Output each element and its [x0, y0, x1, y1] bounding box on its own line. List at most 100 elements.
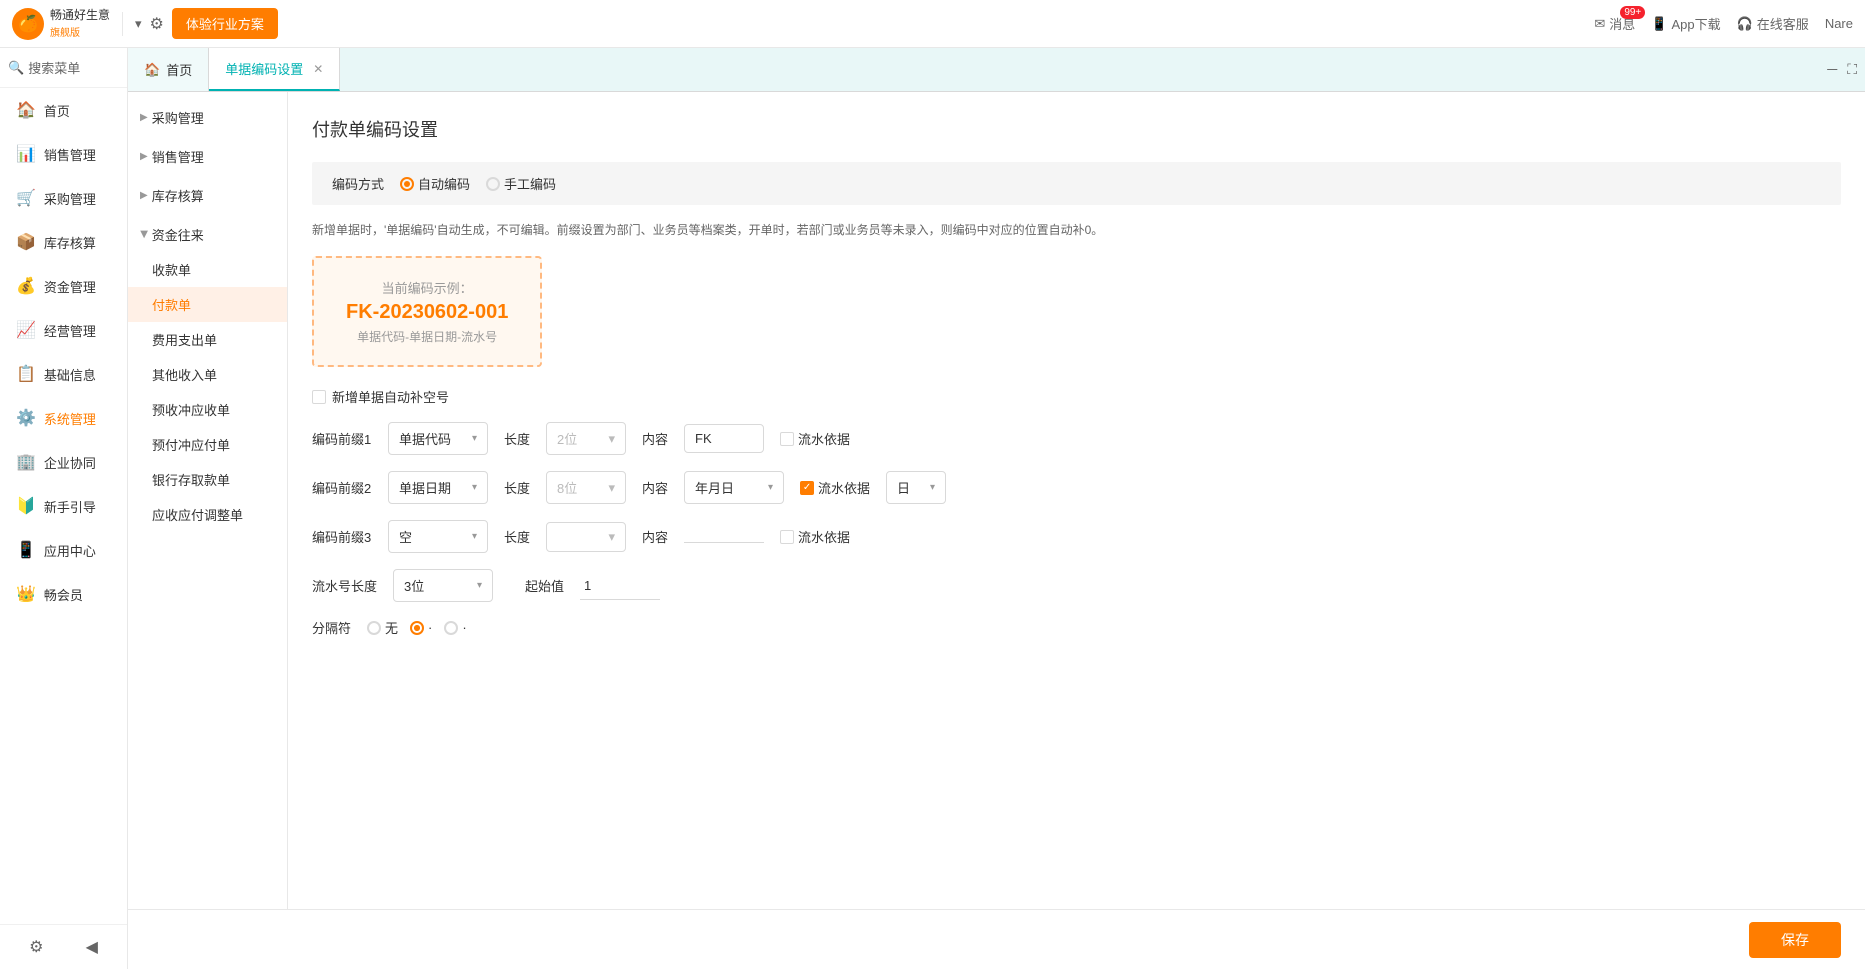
sub-sidebar-item-payment[interactable]: 付款单	[128, 287, 287, 322]
sidebar-item-inventory[interactable]: 📦 库存核算	[0, 220, 127, 264]
main-layout: 🔍 搜索菜单 🏠 首页 📊 销售管理 🛒 采购管理 📦 库存核算 💰 资金管理 …	[0, 48, 1865, 969]
sub-sidebar-group-purchase: ▶ 采购管理	[128, 100, 287, 135]
stream-length-select[interactable]: 3位 ▾	[393, 569, 493, 602]
message-button[interactable]: ✉ 消息 99+	[1594, 14, 1635, 33]
home-icon: 🏠	[16, 100, 36, 120]
sidebar-item-basic[interactable]: 📋 基础信息	[0, 352, 127, 396]
sub-sidebar-header-inventory[interactable]: ▶ 库存核算	[128, 178, 287, 213]
prefix2-stream-checkbox[interactable]: ✓ 流水依据	[800, 478, 870, 497]
save-button[interactable]: 保存	[1749, 922, 1841, 958]
sub-sidebar-item-expense[interactable]: 费用支出单	[128, 322, 287, 357]
prefix2-content-select[interactable]: 年月日 ▾	[684, 471, 784, 504]
prefix3-stream-check-icon	[780, 530, 794, 544]
system-icon: ⚙️	[16, 408, 36, 428]
sidebar-bottom: ⚙ ◀	[0, 924, 127, 969]
auto-fill-checkbox[interactable]	[312, 390, 326, 404]
prefix1-select[interactable]: 单据代码 ▾	[388, 422, 488, 455]
manual-encoding-radio[interactable]: 手工编码	[486, 174, 556, 193]
arrow-icon-sales: ▶	[140, 151, 148, 162]
content-area: 🏠 首页 单据编码设置 ✕ － ⛶ ▶ 采购管理	[128, 48, 1865, 969]
service-icon: 🎧	[1737, 16, 1753, 32]
tab-home[interactable]: 🏠 首页	[128, 48, 209, 91]
prefix1-content-label: 内容	[642, 429, 668, 448]
encoding-method-row: 编码方式 自动编码 手工编码	[312, 162, 1841, 205]
sidebar-item-newguide[interactable]: 🔰 新手引导	[0, 484, 127, 528]
sep-dash-radio[interactable]: ·	[444, 620, 466, 635]
bottom-bar: 保存	[128, 909, 1865, 969]
tab-minimize-icon[interactable]: －	[1825, 60, 1839, 80]
separator-radio-group: 无 · ·	[367, 618, 467, 637]
prefix2-stream-period-arrow: ▾	[930, 482, 935, 493]
auto-encoding-radio[interactable]: 自动编码	[400, 174, 470, 193]
manual-encoding-circle	[486, 177, 500, 191]
prefix2-length-select[interactable]: 8位 ▾	[546, 471, 626, 504]
sidebar-item-member[interactable]: 👑 畅会员	[0, 572, 127, 616]
preview-code: FK-20230602-001	[346, 301, 508, 324]
sub-sidebar-item-receipt[interactable]: 收款单	[128, 252, 287, 287]
sub-sidebar-group-inventory: ▶ 库存核算	[128, 178, 287, 213]
prefix1-stream-checkbox[interactable]: 流水依据	[780, 429, 850, 448]
newguide-icon: 🔰	[16, 496, 36, 516]
prefix3-select[interactable]: 空 ▾	[388, 520, 488, 553]
online-service-button[interactable]: 🎧 在线客服	[1737, 14, 1809, 33]
auto-encoding-circle	[400, 177, 414, 191]
prefix1-stream-check-icon	[780, 432, 794, 446]
sidebar-item-operations[interactable]: 📈 经营管理	[0, 308, 127, 352]
sidebar-item-appcenter[interactable]: 📱 应用中心	[0, 528, 127, 572]
prefix1-length-arrow: ▾	[608, 431, 615, 447]
prefix1-length-select[interactable]: 2位 ▾	[546, 422, 626, 455]
sep-none-radio[interactable]: 无	[367, 618, 398, 637]
prefix2-content-label: 内容	[642, 478, 668, 497]
prefix3-stream-checkbox[interactable]: 流水依据	[780, 527, 850, 546]
sep-dot-radio[interactable]: ·	[410, 620, 432, 635]
collapse-icon[interactable]: ◀	[82, 933, 102, 961]
sub-sidebar-item-prereceipt[interactable]: 预收冲应收单	[128, 392, 287, 427]
prefix3-length-label: 长度	[504, 527, 530, 546]
settings-icon[interactable]: ⚙	[150, 14, 164, 34]
prefix2-row: 编码前缀2 单据日期 ▾ 长度 8位 ▾ 内容 年月日 ▾	[312, 471, 1841, 504]
stream-row: 流水号长度 3位 ▾ 起始值	[312, 569, 1841, 602]
prefix2-stream-period-select[interactable]: 日 ▾	[886, 471, 946, 504]
sub-sidebar-header-purchase[interactable]: ▶ 采购管理	[128, 100, 287, 135]
start-value-input[interactable]	[580, 572, 660, 600]
settings-bottom-icon[interactable]: ⚙	[25, 933, 47, 961]
prefix2-label: 编码前缀2	[312, 478, 372, 497]
sub-sidebar-item-prepayment[interactable]: 预付冲应付单	[128, 427, 287, 462]
sidebar-item-system[interactable]: ⚙️ 系统管理	[0, 396, 127, 440]
auto-fill-row: 新增单据自动补空号	[312, 387, 1841, 406]
sidebar-item-sales[interactable]: 📊 销售管理	[0, 132, 127, 176]
sidebar-search[interactable]: 🔍 搜索菜单	[0, 48, 127, 88]
topbar-dropdown[interactable]: ▾	[135, 16, 142, 32]
prefix3-content-label: 内容	[642, 527, 668, 546]
sidebar-item-purchase[interactable]: 🛒 采购管理	[0, 176, 127, 220]
tab-expand-icon[interactable]: ⛶	[1847, 61, 1857, 78]
tab-bar: 🏠 首页 单据编码设置 ✕ － ⛶	[128, 48, 1865, 92]
tab-close-icon[interactable]: ✕	[313, 62, 323, 76]
user-menu[interactable]: Nare	[1825, 16, 1853, 31]
sub-sidebar-item-otherincome[interactable]: 其他收入单	[128, 357, 287, 392]
logo-text: 畅通好生意 旗舰版	[50, 8, 110, 39]
sub-sidebar-header-sales[interactable]: ▶ 销售管理	[128, 139, 287, 174]
sub-sidebar-header-funds[interactable]: ▶ 资金往来	[128, 217, 287, 252]
prefix3-length-select[interactable]: ▾	[546, 522, 626, 552]
dropdown-arrow: ▾	[135, 16, 142, 32]
stream-length-arrow: ▾	[477, 580, 482, 591]
sidebar-item-funds[interactable]: 💰 资金管理	[0, 264, 127, 308]
form-area: 付款单编码设置 编码方式 自动编码 手工编码	[288, 92, 1865, 909]
tab-encoding[interactable]: 单据编码设置 ✕	[209, 48, 340, 91]
info-text: 新增单据时，'单据编码'自动生成，不可编辑。前缀设置为部门、业务员等档案类，开单…	[312, 221, 1841, 240]
sub-sidebar-item-adjustment[interactable]: 应收应付调整单	[128, 497, 287, 532]
sep-dot-circle	[410, 621, 424, 635]
prefix2-select[interactable]: 单据日期 ▾	[388, 471, 488, 504]
sidebar-item-home[interactable]: 🏠 首页	[0, 88, 127, 132]
prefix2-select-arrow: ▾	[472, 482, 477, 493]
trial-button[interactable]: 体验行业方案	[172, 8, 278, 39]
operations-icon: 📈	[16, 320, 36, 340]
sales-icon: 📊	[16, 144, 36, 164]
prefix3-label: 编码前缀3	[312, 527, 372, 546]
preview-label: 当前编码示例：	[346, 278, 508, 297]
sidebar-item-enterprise[interactable]: 🏢 企业协同	[0, 440, 127, 484]
sub-sidebar-item-banksave[interactable]: 银行存取款单	[128, 462, 287, 497]
sep-dash-circle	[444, 621, 458, 635]
app-download-button[interactable]: 📱 App下载	[1651, 14, 1720, 33]
